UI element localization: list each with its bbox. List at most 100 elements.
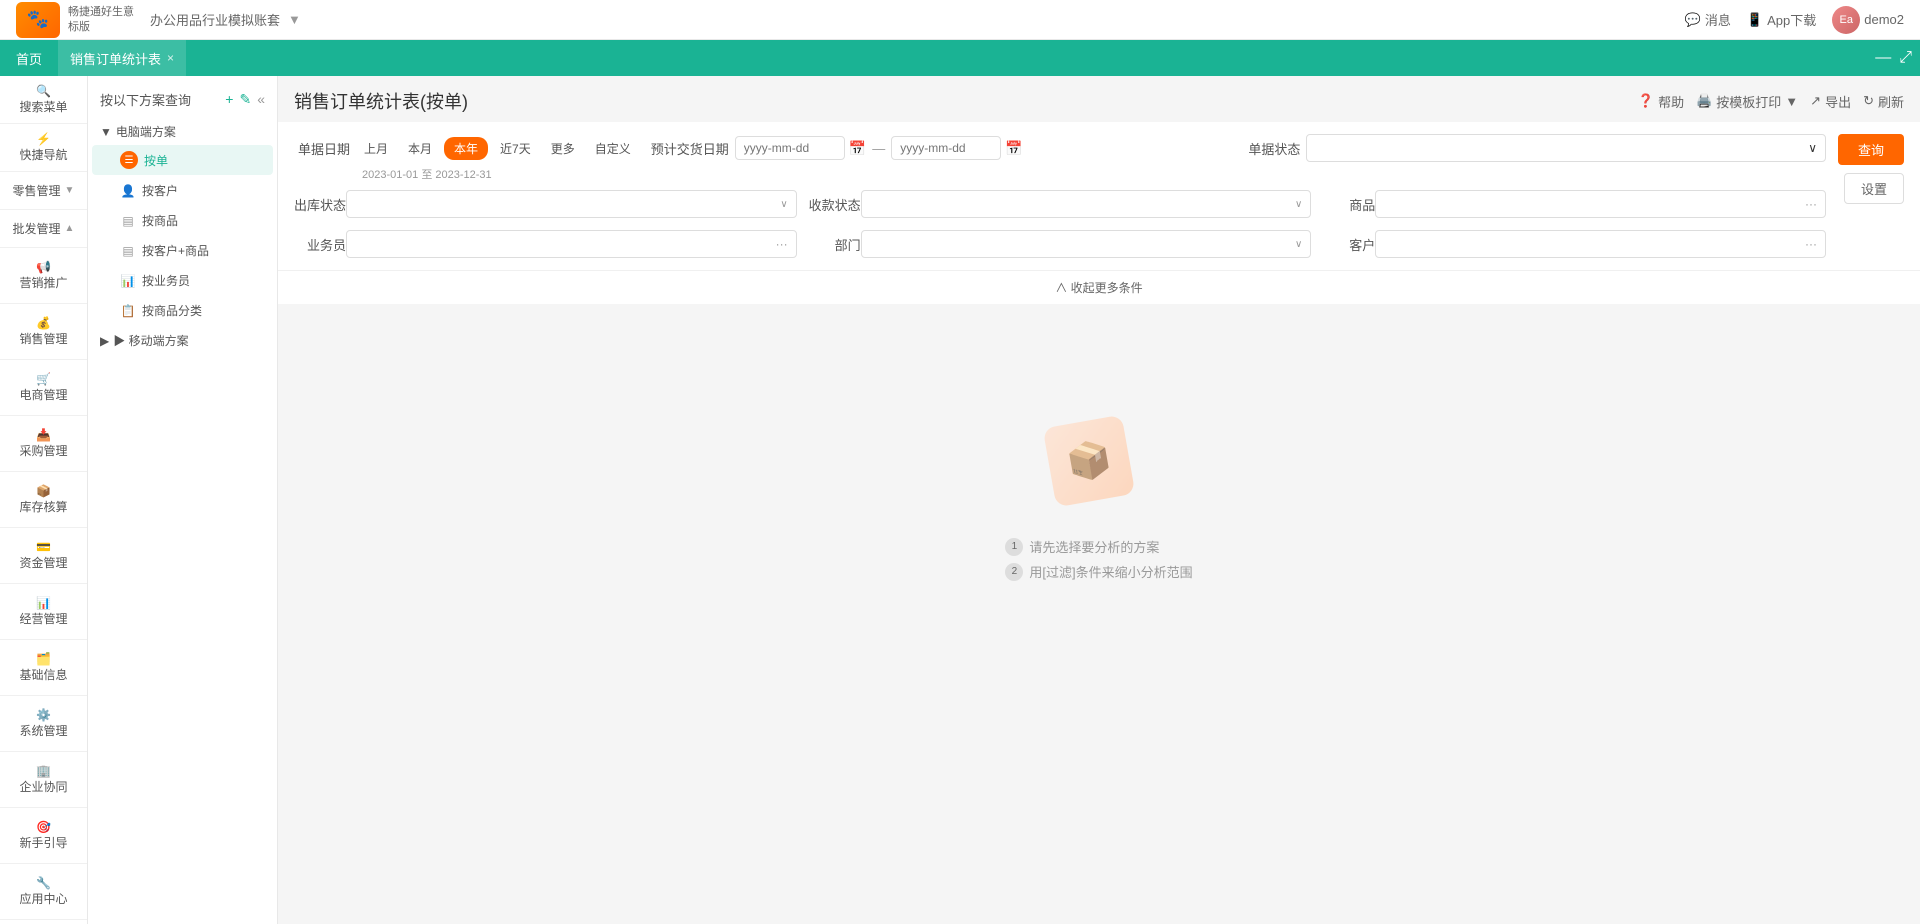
this-year-btn[interactable]: 本年 [444, 137, 488, 160]
sidebar-item-appcenter[interactable]: 🔧 应用中心 [0, 864, 87, 920]
sidebar-item-finance[interactable]: 💳 资金管理 [0, 528, 87, 584]
sidebar-item-basicinfo[interactable]: 🗂️ 基础信息 [0, 640, 87, 696]
edit-scheme-btn[interactable]: ✎ [239, 91, 251, 108]
scheme-item-by-order[interactable]: ☰ 按单 [92, 145, 273, 175]
sidebar-item-newguide[interactable]: 🎯 新手引导 [0, 808, 87, 864]
inventory-icon: 📦 [0, 484, 87, 498]
collapse-conditions-btn[interactable]: ∧ 收起更多条件 [1055, 281, 1142, 295]
status-select[interactable]: ∨ [1306, 134, 1826, 162]
filter-row-2: 出库状态 ∨ 收款状态 ∨ [294, 190, 1826, 218]
appcenter-icon: 🔧 [0, 876, 87, 890]
this-month-btn[interactable]: 本月 [400, 137, 440, 160]
status-arrow-icon: ∨ [1808, 141, 1817, 155]
last-month-btn[interactable]: 上月 [356, 137, 396, 160]
date-filter-item: 单据日期 上月 本月 本年 近7天 更多 自定义 [294, 137, 639, 160]
sidebar-item-enterprise[interactable]: 🏢 企业协同 [0, 752, 87, 808]
avatar: Ea [1832, 6, 1860, 34]
logo-icon: 🐾 [27, 9, 49, 30]
scheme-item-by-goods-cat[interactable]: 📋 按商品分类 [92, 296, 273, 325]
sidebar-item-sales[interactable]: 💰 销售管理 [0, 304, 87, 360]
sidebar-item-marketing[interactable]: 📢 营销推广 [0, 248, 87, 304]
scheme-item-by-goods[interactable]: ▤ 按商品 [92, 206, 273, 235]
calendar-to-icon: 📅 [1005, 140, 1022, 157]
maximize-icon[interactable]: ⤢ [1899, 49, 1912, 67]
collapse-panel-btn[interactable]: « [257, 91, 265, 108]
delivery-date-to-input[interactable] [891, 136, 1001, 160]
topbar: 🐾 畅捷通好生意 标版 办公用品行业模拟账套 ▼ 💬 消息 📱 App下载 Ea… [0, 0, 1920, 40]
export-btn[interactable]: ↗ 导出 [1810, 92, 1851, 111]
dept-select[interactable]: ∨ [861, 230, 1312, 258]
sidebar-item-system[interactable]: ⚙️ 系统管理 [0, 696, 87, 752]
mobile-scheme-section[interactable]: ▶ ▶ 移动端方案 [88, 326, 277, 355]
out-status-select[interactable]: ∨ [346, 190, 797, 218]
goods-scheme-icon: ▤ [120, 213, 136, 229]
sidebar-item-retail[interactable]: 零售管理 ▼ [0, 172, 87, 210]
salesman-dots-icon: ··· [776, 237, 788, 251]
delivery-date-from-group: 📅 [735, 136, 866, 160]
tab-sales-order[interactable]: 销售订单统计表 × [58, 40, 186, 76]
tab-home[interactable]: 首页 [0, 40, 58, 76]
customer-goods-scheme-icon: ▤ [120, 243, 136, 259]
tip-num-1: 1 [1005, 538, 1023, 556]
scheme-item-by-customer[interactable]: 👤 按客户 [92, 176, 273, 205]
sidebar-item-wholesale[interactable]: 批发管理 ▲ [0, 210, 87, 248]
logo-text: 畅捷通好生意 标版 [68, 5, 134, 34]
finance-icon: 💳 [0, 540, 87, 554]
out-status-arrow-icon: ∨ [780, 199, 787, 210]
tab-close-btn[interactable]: × [167, 51, 174, 65]
ecommerce-icon: 🛒 [0, 372, 87, 386]
user-menu[interactable]: Ea demo2 [1832, 6, 1904, 34]
customer-input[interactable]: ··· [1375, 230, 1826, 258]
enterprise-icon: 🏢 [0, 764, 87, 778]
empty-tips: 1 请先选择要分析的方案 2 用[过滤]条件来缩小分析范围 [1005, 537, 1192, 587]
basicinfo-icon: 🗂️ [0, 652, 87, 666]
last-7days-btn[interactable]: 近7天 [492, 137, 539, 160]
search-menu-btn[interactable]: 🔍 搜索菜单 [0, 76, 87, 124]
message-btn[interactable]: 💬 消息 [1685, 10, 1731, 29]
salesman-input[interactable]: ··· [346, 230, 797, 258]
scheme-item-by-customer-goods[interactable]: ▤ 按客户+商品 [92, 236, 273, 265]
topbar-left: 🐾 畅捷通好生意 标版 办公用品行业模拟账套 ▼ [16, 2, 301, 38]
nav-icon: ⚡ [0, 132, 87, 146]
sidebar-item-purchase[interactable]: 📥 采购管理 [0, 416, 87, 472]
print-btn[interactable]: 🖨️ 按模板打印 ▼ [1696, 92, 1798, 111]
custom-date-btn[interactable]: 自定义 [587, 137, 639, 160]
print-arrow-icon: ▼ [1785, 94, 1798, 109]
add-scheme-btn[interactable]: + [225, 91, 233, 108]
filter-row-1: 单据日期 上月 本月 本年 近7天 更多 自定义 [294, 134, 1826, 162]
sidebar-item-operations[interactable]: 📊 经营管理 [0, 584, 87, 640]
filter-query-area: 单据日期 上月 本月 本年 近7天 更多 自定义 [278, 122, 1920, 304]
scheme-item-by-salesman[interactable]: 📊 按业务员 [92, 266, 273, 295]
question-icon: ❓ [1638, 93, 1654, 109]
empty-illustration: 📦 [1043, 415, 1136, 508]
sidebar-item-ecommerce[interactable]: 🛒 电商管理 [0, 360, 87, 416]
dept-filter: 部门 ∨ [809, 230, 1312, 258]
sidebar: 🔍 搜索菜单 ⚡ 快捷导航 零售管理 ▼ 批发管理 ▲ 📢 营销推广 💰 销售管… [0, 76, 88, 924]
date-separator: — [872, 141, 885, 156]
sidebar-item-wechat[interactable]: 💬 企业微信 [0, 920, 87, 924]
delivery-date-from-input[interactable] [735, 136, 845, 160]
goods-input[interactable]: ··· [1375, 190, 1826, 218]
more-date-btn[interactable]: 更多 [543, 137, 583, 160]
pc-scheme-section: ▼ 电脑端方案 ☰ 按单 👤 按客户 ▤ 按商品 ▤ 按客户+商品 [88, 119, 277, 325]
active-scheme-badge: ☰ [120, 151, 138, 169]
chevron-down-icon: ▼ [65, 185, 75, 196]
help-btn[interactable]: ❓ 帮助 [1638, 92, 1684, 111]
set-button[interactable]: 设置 [1844, 173, 1904, 204]
pay-status-select[interactable]: ∨ [861, 190, 1312, 218]
pay-status-filter: 收款状态 ∨ [809, 190, 1312, 218]
salesman-filter: 业务员 ··· [294, 230, 797, 258]
scheme-panel-header: 按以下方案查询 + ✎ « [88, 84, 277, 115]
delivery-date-to-group: 📅 [891, 136, 1022, 160]
scheme-panel-actions: + ✎ « [225, 91, 265, 108]
page-header: 销售订单统计表(按单) ❓ 帮助 🖨️ 按模板打印 ▼ ↗ 导出 [278, 76, 1920, 122]
quick-nav-btn[interactable]: ⚡ 快捷导航 [0, 124, 87, 172]
scheme-panel: 按以下方案查询 + ✎ « ▼ 电脑端方案 ☰ 按单 👤 按客户 [88, 76, 278, 924]
pc-section-title-btn[interactable]: ▼ 电脑端方案 [88, 119, 277, 144]
filter-row-3: 业务员 ··· 部门 ∨ [294, 230, 1826, 258]
sidebar-item-inventory[interactable]: 📦 库存核算 [0, 472, 87, 528]
query-button[interactable]: 查询 [1838, 134, 1904, 165]
app-download-btn[interactable]: 📱 App下载 [1747, 10, 1816, 29]
minimize-icon[interactable]: — [1875, 49, 1891, 67]
refresh-btn[interactable]: ↻ 刷新 [1863, 92, 1904, 111]
